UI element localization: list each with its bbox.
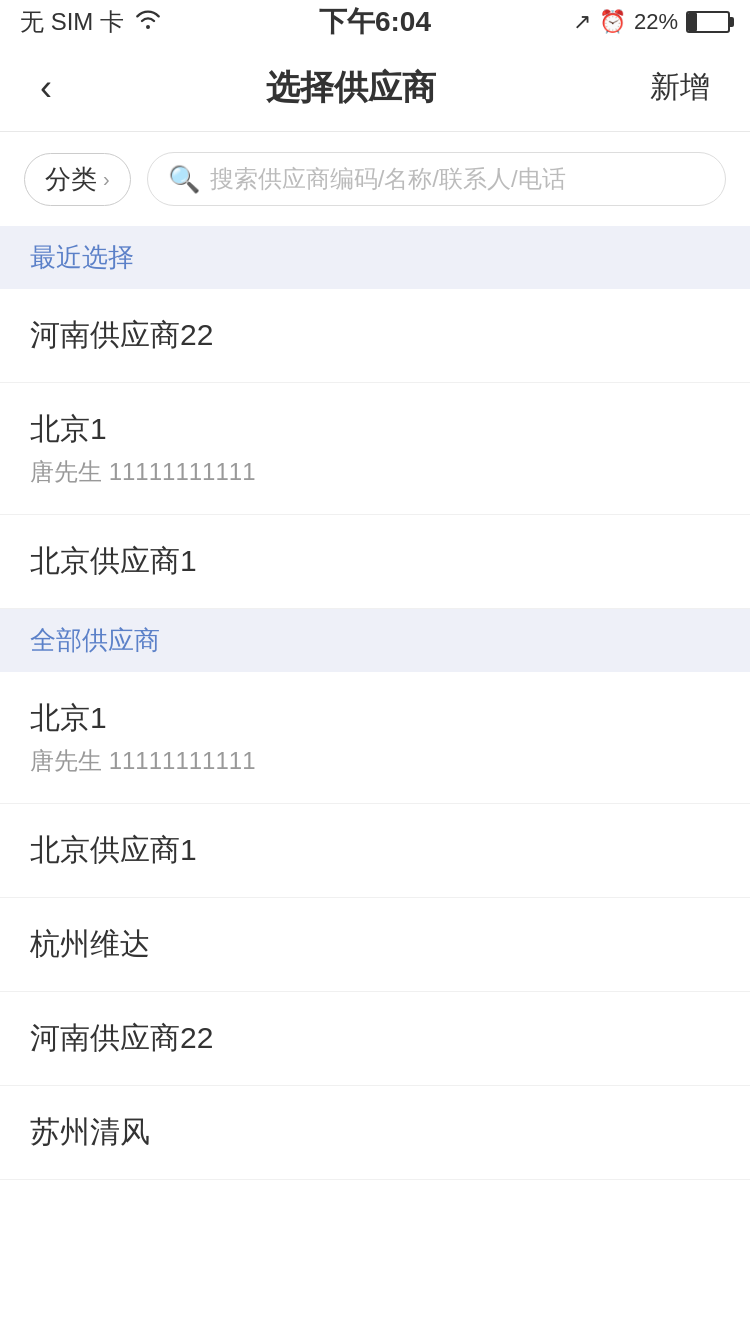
- list-item[interactable]: 北京供应商1: [0, 515, 750, 609]
- status-time: 下午6:04: [319, 3, 431, 41]
- battery-icon: [686, 11, 730, 33]
- status-right: ↗ ⏰ 22%: [573, 9, 730, 35]
- search-icon: 🔍: [168, 164, 200, 195]
- category-label: 分类: [45, 162, 97, 197]
- alarm-icon: ⏰: [599, 9, 626, 35]
- list-item[interactable]: 苏州清风: [0, 1086, 750, 1180]
- status-bar: 无 SIM 卡 下午6:04 ↗ ⏰ 22%: [0, 0, 750, 44]
- location-icon: ↗: [573, 9, 591, 35]
- all-items-list: 北京1 唐先生 11111111111 北京供应商1 杭州维达 河南供应商22 …: [0, 672, 750, 1180]
- search-box[interactable]: 🔍 搜索供应商编码/名称/联系人/电话: [147, 152, 726, 206]
- search-placeholder: 搜索供应商编码/名称/联系人/电话: [210, 163, 566, 195]
- list-item[interactable]: 河南供应商22: [0, 992, 750, 1086]
- recent-section-header: 最近选择: [0, 226, 750, 289]
- list-item[interactable]: 杭州维达: [0, 898, 750, 992]
- status-left: 无 SIM 卡: [20, 6, 164, 38]
- battery-label: 22%: [634, 9, 678, 35]
- nav-bar: ‹ 选择供应商 新增: [0, 44, 750, 132]
- list-item[interactable]: 河南供应商22: [0, 289, 750, 383]
- no-sim-label: 无 SIM 卡: [20, 6, 124, 38]
- list-item[interactable]: 北京供应商1: [0, 804, 750, 898]
- chevron-right-icon: ›: [103, 168, 110, 191]
- back-button[interactable]: ‹: [30, 57, 62, 119]
- recent-items-list: 河南供应商22 北京1 唐先生 11111111111 北京供应商1: [0, 289, 750, 609]
- filter-bar: 分类 › 🔍 搜索供应商编码/名称/联系人/电话: [0, 132, 750, 226]
- page-title: 选择供应商: [62, 65, 640, 111]
- add-button[interactable]: 新增: [640, 57, 720, 118]
- all-section-header: 全部供应商: [0, 609, 750, 672]
- wifi-icon: [132, 8, 164, 36]
- list-item[interactable]: 北京1 唐先生 11111111111: [0, 672, 750, 804]
- list-item[interactable]: 北京1 唐先生 11111111111: [0, 383, 750, 515]
- category-button[interactable]: 分类 ›: [24, 153, 131, 206]
